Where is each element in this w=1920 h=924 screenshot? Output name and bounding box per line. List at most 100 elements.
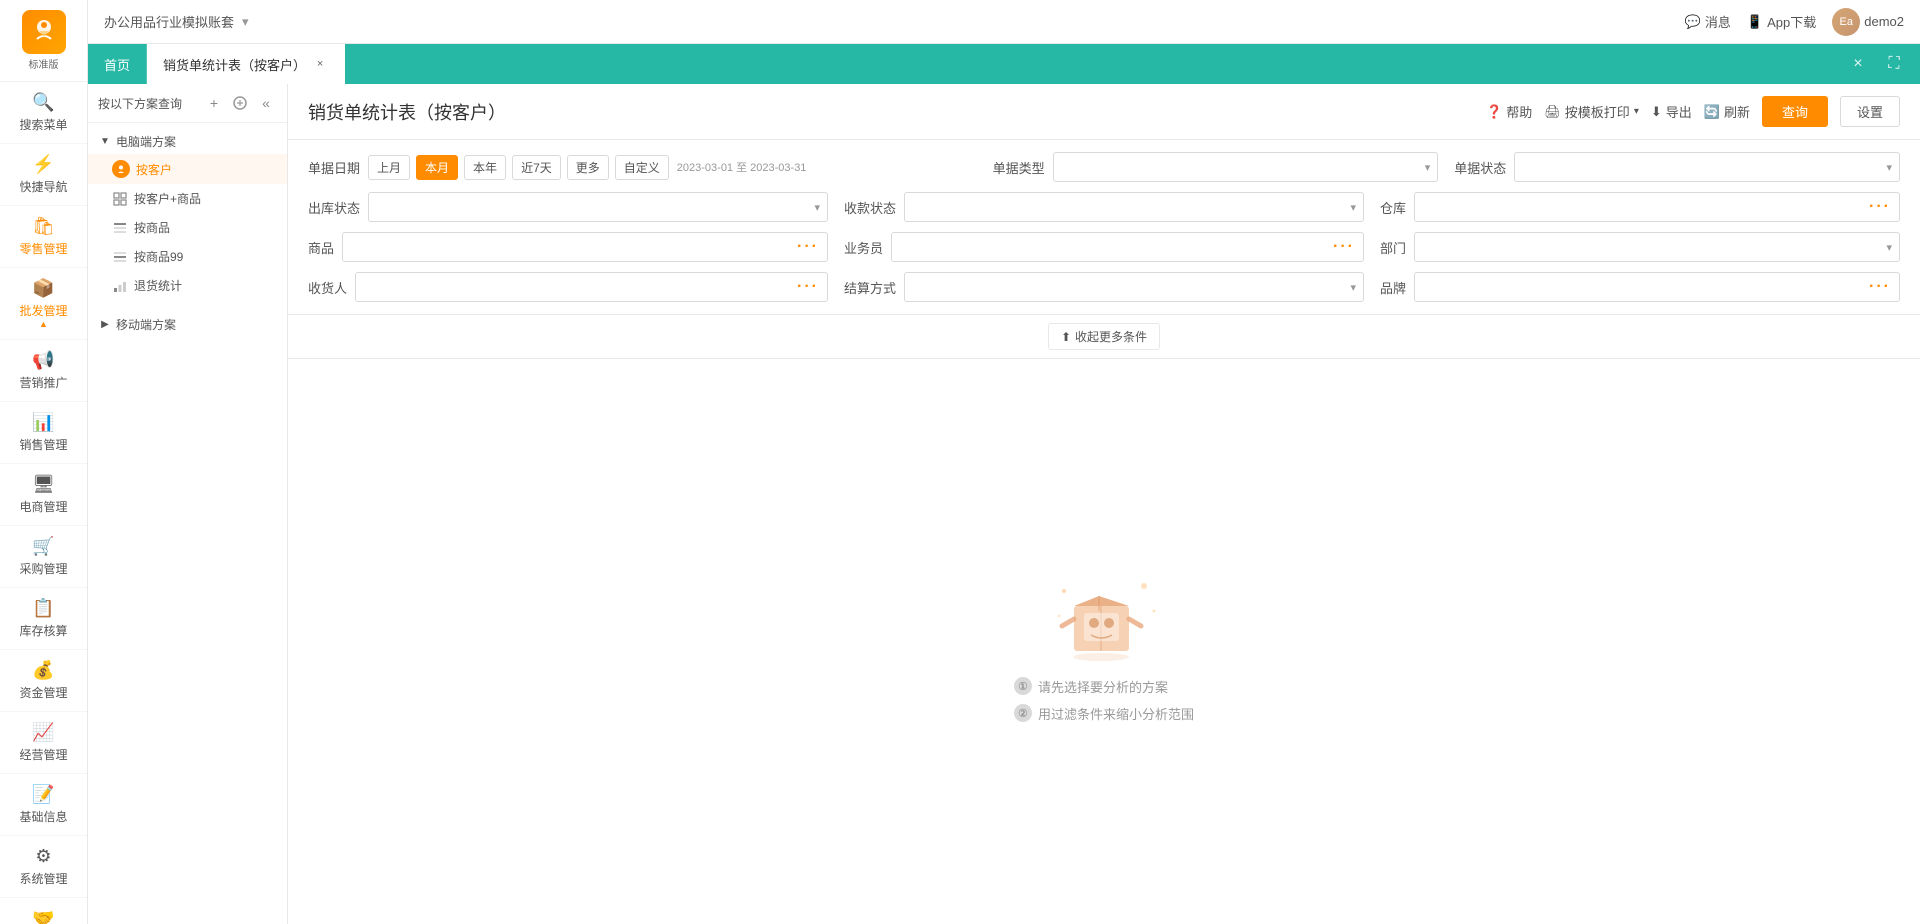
help-icon: ❓ xyxy=(1486,104,1502,120)
avatar: Ea xyxy=(1832,8,1860,36)
top-header: 办公用品行业模拟账套 ▾ 💬 消息 📱 App下载 Ea demo2 xyxy=(88,0,1920,44)
sidebar-item-finance[interactable]: 💰 资金管理 xyxy=(0,650,87,712)
scheme-add-btn[interactable]: + xyxy=(203,92,225,114)
inventory-icon: 📋 xyxy=(32,598,54,619)
query-button[interactable]: 查询 xyxy=(1762,96,1828,127)
sidebar-item-purchase-label: 采购管理 xyxy=(19,560,67,577)
page-content: 按以下方案查询 + « ▼ 电脑端方案 xyxy=(88,84,1920,924)
industry-dropdown-icon[interactable]: ▾ xyxy=(242,14,249,30)
filter-date: 单据日期 上月 本月 本年 近7天 更多 自定义 2023-03-01 至 20… xyxy=(308,155,977,180)
tab-bar-actions: × ⛶ xyxy=(1844,50,1920,78)
tab-close-btn[interactable]: × xyxy=(312,56,328,72)
filter-settlement: 结算方式 xyxy=(844,272,1364,302)
export-icon: ⬇ xyxy=(1651,104,1662,120)
settings-button[interactable]: 设置 xyxy=(1840,96,1900,127)
sidebar-item-sales[interactable]: 📊 销售管理 xyxy=(0,402,87,464)
tab-home[interactable]: 首页 xyxy=(88,44,147,84)
sidebar-item-wholesale[interactable]: 📦 批发管理 ▲ xyxy=(0,268,87,340)
print-icon: 🖨 xyxy=(1544,104,1561,120)
warehouse-dots-input[interactable]: ··· xyxy=(1414,192,1900,222)
out-status-select[interactable] xyxy=(368,192,828,222)
scheme-item-by-customer-product[interactable]: 按客户+商品 xyxy=(88,184,287,213)
sidebar-item-inventory-label: 库存核算 xyxy=(19,622,67,639)
sidebar-item-search[interactable]: 🔍 搜索菜单 xyxy=(0,82,87,144)
export-btn[interactable]: ⬇ 导出 xyxy=(1651,102,1692,121)
sidebar-item-retail[interactable]: 🛍 零售管理 xyxy=(0,206,87,268)
header-left: 办公用品行业模拟账套 ▾ xyxy=(104,12,249,31)
logo-text: 标准版 xyxy=(29,56,59,71)
filter-warehouse: 仓库 ··· xyxy=(1380,192,1900,222)
message-icon: 💬 xyxy=(1685,14,1701,30)
warehouse-label: 仓库 xyxy=(1380,198,1406,217)
by-customer-product-label: 按客户+商品 xyxy=(134,190,201,207)
scheme-item-return-stats[interactable]: 退货统计 xyxy=(88,271,287,300)
industry-name: 办公用品行业模拟账套 xyxy=(104,12,234,31)
date-this-month-btn[interactable]: 本月 xyxy=(416,155,458,180)
tab-close-all-btn[interactable]: × xyxy=(1844,50,1872,78)
filter-recipient: 收货人 ··· xyxy=(308,272,828,302)
filter-row-2: 出库状态 收款状态 xyxy=(308,192,1900,222)
sidebar-item-search-label: 搜索菜单 xyxy=(19,116,67,133)
search-icon: 🔍 xyxy=(32,92,54,113)
print-btn[interactable]: 🖨 按模板打印 ▾ xyxy=(1544,102,1639,121)
sidebar-item-marketing[interactable]: 📢 营销推广 xyxy=(0,340,87,402)
user-action[interactable]: Ea demo2 xyxy=(1832,8,1904,36)
salesperson-dots-input[interactable]: ··· xyxy=(891,232,1364,262)
scheme-desktop-group-title[interactable]: ▼ 电脑端方案 xyxy=(88,129,287,154)
tab-sales-stats[interactable]: 销货单统计表（按客户） × xyxy=(147,44,345,84)
filter-row-3: 商品 ··· 业务员 ··· 部门 xyxy=(308,232,1900,262)
scheme-panel: 按以下方案查询 + « ▼ 电脑端方案 xyxy=(88,84,288,924)
brand-dots-input[interactable]: ··· xyxy=(1414,272,1900,302)
main-area: 办公用品行业模拟账套 ▾ 💬 消息 📱 App下载 Ea demo2 首页 销货… xyxy=(88,0,1920,924)
scheme-collapse-btn[interactable]: « xyxy=(255,92,277,114)
app-download-action[interactable]: 📱 App下载 xyxy=(1747,12,1816,31)
sidebar-item-enterprise[interactable]: 🤝 企业协同 xyxy=(0,898,87,924)
sidebar-item-shortcut[interactable]: ⚡ 快捷导航 xyxy=(0,144,87,206)
refresh-btn[interactable]: 🔄 刷新 xyxy=(1704,102,1750,121)
scheme-item-by-product[interactable]: 按商品 xyxy=(88,213,287,242)
message-action[interactable]: 💬 消息 xyxy=(1685,12,1731,31)
system-icon: ⚙ xyxy=(35,846,51,867)
sidebar-item-system[interactable]: ⚙ 系统管理 xyxy=(0,836,87,898)
sidebar-item-basic[interactable]: 📝 基础信息 xyxy=(0,774,87,836)
date-range-text: 2023-03-01 至 2023-03-31 xyxy=(677,159,807,175)
department-select-wrapper xyxy=(1414,232,1900,262)
date-custom-btn[interactable]: 自定义 xyxy=(615,155,669,180)
receipt-status-select[interactable] xyxy=(904,192,1364,222)
mobile-group-expand-icon: ▶ xyxy=(98,318,112,332)
settlement-select[interactable] xyxy=(904,272,1364,302)
department-select[interactable] xyxy=(1414,232,1900,262)
receipt-status-label: 收款状态 xyxy=(844,198,896,217)
doc-type-label: 单据类型 xyxy=(993,158,1045,177)
scheme-mobile-group-title[interactable]: ▶ 移动端方案 xyxy=(88,312,287,337)
scheme-item-by-customer[interactable]: 按客户 xyxy=(88,154,287,184)
date-last7-btn[interactable]: 近7天 xyxy=(512,155,561,180)
doc-status-select[interactable] xyxy=(1514,152,1900,182)
export-label: 导出 xyxy=(1666,102,1692,121)
content-area: 销货单统计表（按客户） ❓ 帮助 🖨 按模板打印 ▾ ⬇ 导出 xyxy=(288,84,1920,924)
sidebar-item-purchase[interactable]: 🛒 采购管理 xyxy=(0,526,87,588)
sales-icon: 📊 xyxy=(32,412,54,433)
collapse-label: 收起更多条件 xyxy=(1075,328,1147,345)
product-dots-input[interactable]: ··· xyxy=(342,232,828,262)
out-status-label: 出库状态 xyxy=(308,198,360,217)
print-dropdown-icon: ▾ xyxy=(1634,106,1639,117)
recipient-dots-input[interactable]: ··· xyxy=(355,272,828,302)
date-last-month-btn[interactable]: 上月 xyxy=(368,155,410,180)
sidebar-item-operation[interactable]: 📈 经营管理 xyxy=(0,712,87,774)
scheme-item-by-product99[interactable]: 按商品99 xyxy=(88,242,287,271)
tab-bar: 首页 销货单统计表（按客户） × × ⛶ xyxy=(88,44,1920,84)
collapse-more-btn[interactable]: ⬆ 收起更多条件 xyxy=(1048,323,1160,350)
help-btn[interactable]: ❓ 帮助 xyxy=(1486,102,1532,121)
by-customer-badge xyxy=(112,160,130,178)
filter-out-status: 出库状态 xyxy=(308,192,828,222)
date-more-btn[interactable]: 更多 xyxy=(567,155,609,180)
date-this-year-btn[interactable]: 本年 xyxy=(464,155,506,180)
doc-type-select[interactable] xyxy=(1053,152,1439,182)
tab-fullscreen-btn[interactable]: ⛶ xyxy=(1880,50,1908,78)
settlement-select-wrapper xyxy=(904,272,1364,302)
sidebar-item-ecommerce[interactable]: 🖥 电商管理 xyxy=(0,464,87,526)
sidebar-item-inventory[interactable]: 📋 库存核算 xyxy=(0,588,87,650)
scheme-edit-btn[interactable] xyxy=(229,92,251,114)
date-filter-buttons: 上月 本月 本年 近7天 更多 自定义 xyxy=(368,155,669,180)
